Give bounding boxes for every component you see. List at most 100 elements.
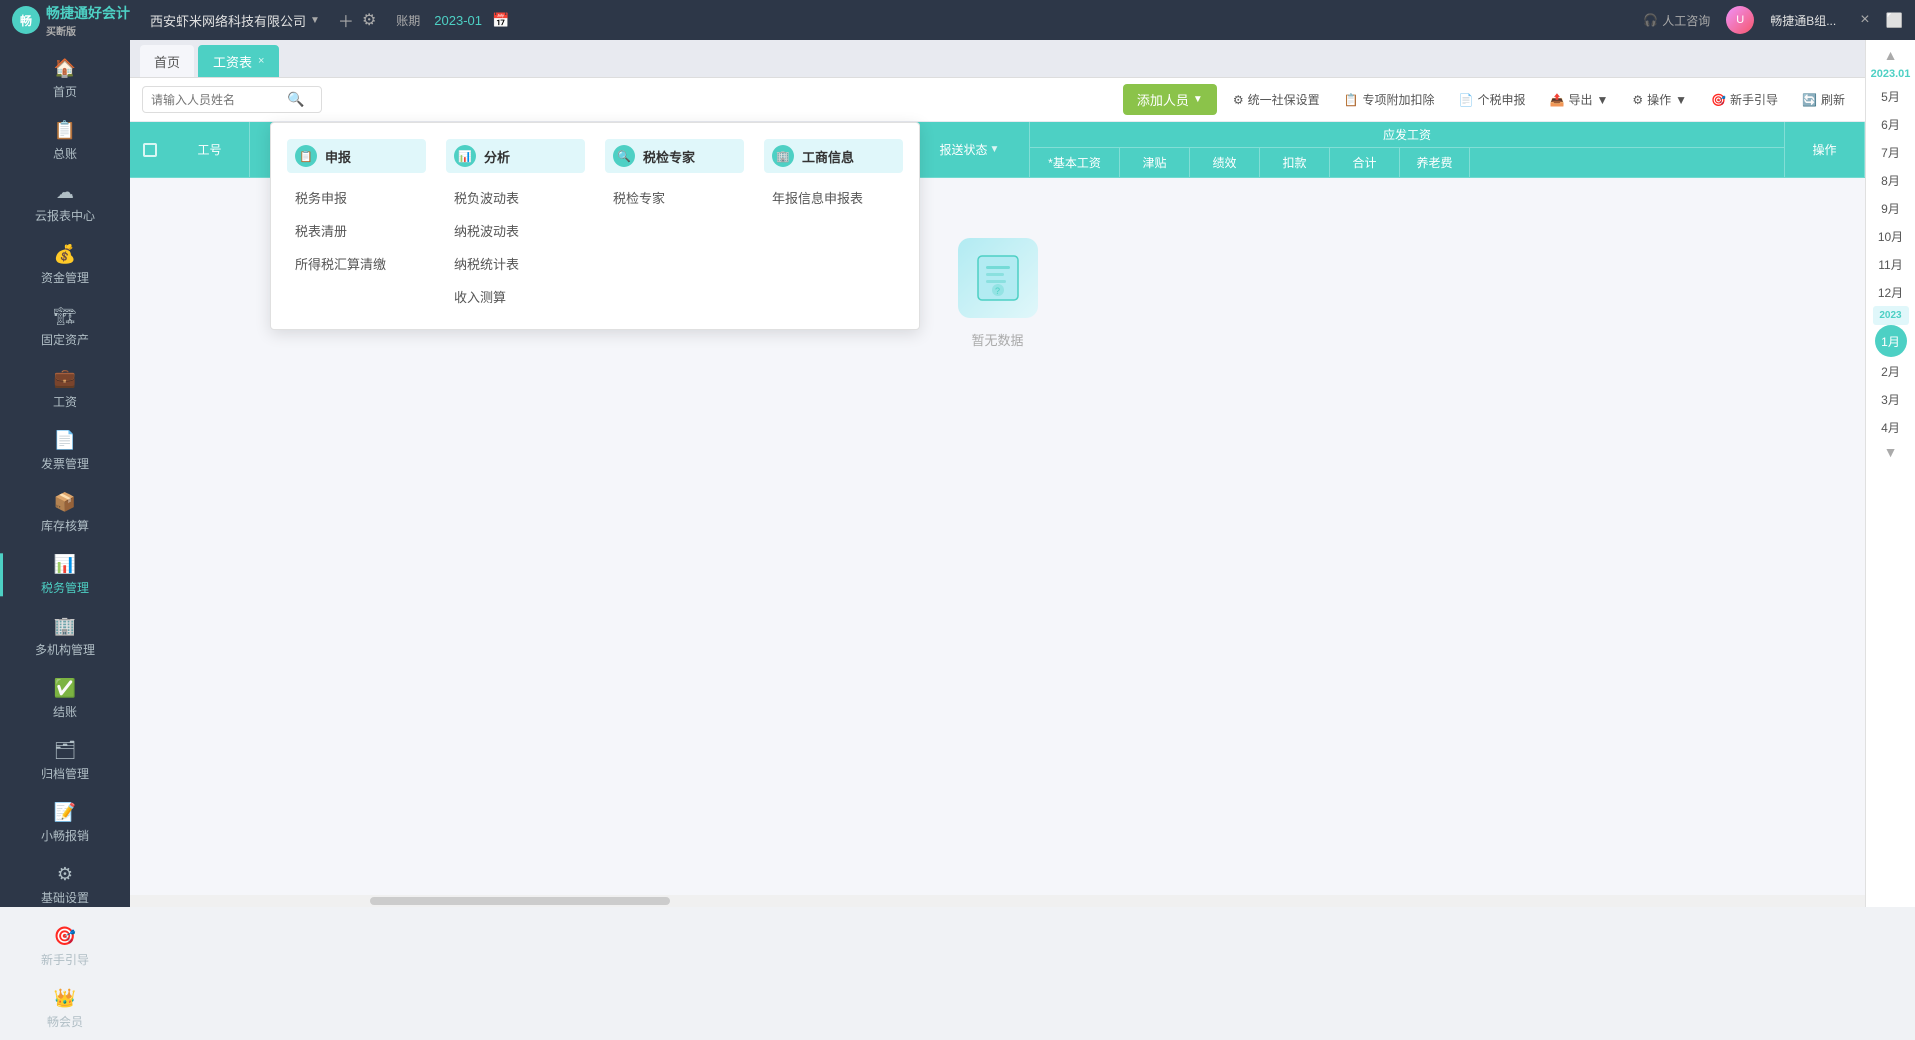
window-close-icon[interactable]: × [1860,11,1869,29]
sidebar-item-fund[interactable]: 💰 资金管理 [0,234,130,296]
service-icon: 🎧 [1643,13,1658,27]
search-icon[interactable]: 🔍 [287,91,304,108]
sidebar-item-fixed-assets[interactable]: 🏗 固定资产 [0,296,130,358]
date-nav-down[interactable]: ▼ [1877,441,1905,463]
date-month-prev-6[interactable]: 6月 [1873,110,1909,138]
scroll-thumb[interactable] [370,897,670,905]
date-month-prev-11[interactable]: 11月 [1873,250,1909,278]
settings-gear-icon: ⚙ [57,864,73,885]
sidebar-item-archive[interactable]: 🗂 归档管理 [0,730,130,792]
date-month-3[interactable]: 3月 [1873,385,1909,413]
sidebar-item-member[interactable]: 👑 畅会员 [0,978,130,1040]
add-person-button[interactable]: 添加人员 ▼ [1123,84,1217,115]
inventory-icon: 📦 [54,492,76,513]
business-info-title: 工商信息 [802,147,854,166]
multi-org-icon: 🏢 [54,616,76,637]
sidebar-item-checkout[interactable]: ✅ 结账 [0,668,130,730]
company-name: 西安虾米网络科技有限公司 [150,11,306,30]
export-arrow-icon: ▼ [1597,93,1609,107]
operate-arrow-icon: ▼ [1675,93,1687,107]
company-selector[interactable]: 西安虾米网络科技有限公司 ▼ [150,11,320,30]
main-layout: 🏠 首页 📋 总账 ☁ 云报表中心 💰 资金管理 🏗 固定资产 💼 工资 📄 发… [0,40,1915,907]
search-input[interactable] [151,93,281,107]
date-nav-up[interactable]: ▲ [1877,44,1905,66]
checkout-icon: ✅ [54,678,76,699]
assets-icon: 🏗 [54,306,77,327]
sidebar-label-inventory: 库存核算 [41,517,89,534]
th-performance: 绩效 [1190,148,1260,177]
date-month-prev-12[interactable]: 12月 [1873,278,1909,306]
date-month-4[interactable]: 4月 [1873,413,1909,441]
date-month-prev-10[interactable]: 10月 [1873,222,1909,250]
tab-home-label: 首页 [154,52,180,71]
operate-action[interactable]: ⚙ 操作 ▼ [1624,87,1695,112]
calendar-icon[interactable]: 📅 [492,12,509,29]
user-name[interactable]: 畅捷通B组... [1770,12,1836,29]
date-month-prev-7[interactable]: 7月 [1873,138,1909,166]
sidebar-item-home[interactable]: 🏠 首页 [0,48,130,110]
dropdown-item-annual-report[interactable]: 年报信息申报表 [764,181,903,214]
sidebar-item-xiaochang[interactable]: 📝 小畅报销 [0,792,130,854]
period-value[interactable]: 2023-01 [434,13,482,28]
business-col-icon: 🏢 [772,145,794,167]
refresh-label: 刷新 [1821,91,1845,108]
tax-icon: 📊 [54,554,76,575]
special-deduction-label: 专项附加扣除 [1363,91,1435,108]
cloud-icon: ☁ [56,182,74,203]
sidebar-item-cloud-report[interactable]: ☁ 云报表中心 [0,172,130,234]
date-month-1[interactable]: 1月 [1875,325,1907,357]
dropdown-item-tax-declare[interactable]: 税务申报 [287,181,426,214]
date-month-prev-9[interactable]: 9月 [1873,194,1909,222]
sidebar-label-ledger: 总账 [53,145,77,162]
date-month-2[interactable]: 2月 [1873,357,1909,385]
social-insurance-action[interactable]: ⚙ 统一社保设置 [1225,87,1328,112]
sidebar-item-guide[interactable]: 🎯 新手引导 [0,916,130,978]
export-action[interactable]: 📤 导出 ▼ [1542,87,1617,112]
guide-action[interactable]: 🎯 新手引导 [1703,87,1786,112]
add-icon[interactable]: ＋ [338,8,354,32]
individual-tax-action[interactable]: 📄 个税申报 [1451,87,1534,112]
add-person-arrow-icon: ▼ [1193,94,1203,105]
special-deduction-action[interactable]: 📋 专项附加扣除 [1336,87,1443,112]
report-filter-icon[interactable]: ▼ [990,144,1000,155]
guide-label: 新手引导 [1730,91,1778,108]
top-bar: 畅 畅捷通好会计 买断版 西安虾米网络科技有限公司 ▼ ＋ ⚙ 账期 2023-… [0,0,1915,40]
logo-icon: 畅 [12,6,40,34]
sidebar-label-fund: 资金管理 [41,269,89,286]
sidebar-item-invoice[interactable]: 📄 发票管理 [0,420,130,482]
sidebar-item-inventory[interactable]: 📦 库存核算 [0,482,130,544]
tab-salary-table[interactable]: 工资表 × [198,45,279,77]
export-icon: 📤 [1550,93,1565,107]
tax-expert-col-icon: 🔍 [613,145,635,167]
sidebar-item-multi-org[interactable]: 🏢 多机构管理 [0,606,130,668]
service-button[interactable]: 🎧 人工咨询 [1643,12,1710,29]
select-all-checkbox[interactable] [143,143,157,157]
sidebar-item-ledger[interactable]: 📋 总账 [0,110,130,172]
dropdown-header-business-info: 🏢 工商信息 [764,139,903,173]
date-month-prev-5[interactable]: 5月 [1873,82,1909,110]
window-restore-icon[interactable]: ⬜ [1886,12,1903,29]
refresh-action[interactable]: 🔄 刷新 [1794,87,1853,112]
tab-home[interactable]: 首页 [140,45,194,77]
individual-tax-label: 个税申报 [1478,91,1526,108]
social-insurance-icon: ⚙ [1233,93,1244,107]
dropdown-header-analysis: 📊 分析 [446,139,585,173]
dropdown-item-tax-burden[interactable]: 税负波动表 [446,181,585,214]
sidebar-item-salary[interactable]: 💼 工资 [0,358,130,420]
scroll-indicator [130,895,1865,907]
salary-sub-cols: *基本工资 津贴 绩效 扣款 合计 养老费 [1030,148,1784,177]
dropdown-item-tax-expert[interactable]: 税检专家 [605,181,744,214]
dropdown-item-income-tax[interactable]: 所得税汇算清缴 [287,247,426,280]
dropdown-item-tax-table[interactable]: 税表清册 [287,214,426,247]
date-month-prev-8[interactable]: 8月 [1873,166,1909,194]
sidebar-item-tax[interactable]: 📊 税务管理 [0,544,130,606]
dropdown-item-tax-stats[interactable]: 纳税统计表 [446,247,585,280]
current-year-label: 2023 [1873,306,1909,325]
period-label: 账期 [396,12,420,29]
user-avatar: U [1726,6,1754,34]
dropdown-item-income-calc[interactable]: 收入测算 [446,280,585,313]
dropdown-item-tax-fluctuation[interactable]: 纳税波动表 [446,214,585,247]
tab-bar: 首页 工资表 × [130,40,1865,78]
tab-close-icon[interactable]: × [258,55,264,67]
settings-icon[interactable]: ⚙ [362,10,376,30]
